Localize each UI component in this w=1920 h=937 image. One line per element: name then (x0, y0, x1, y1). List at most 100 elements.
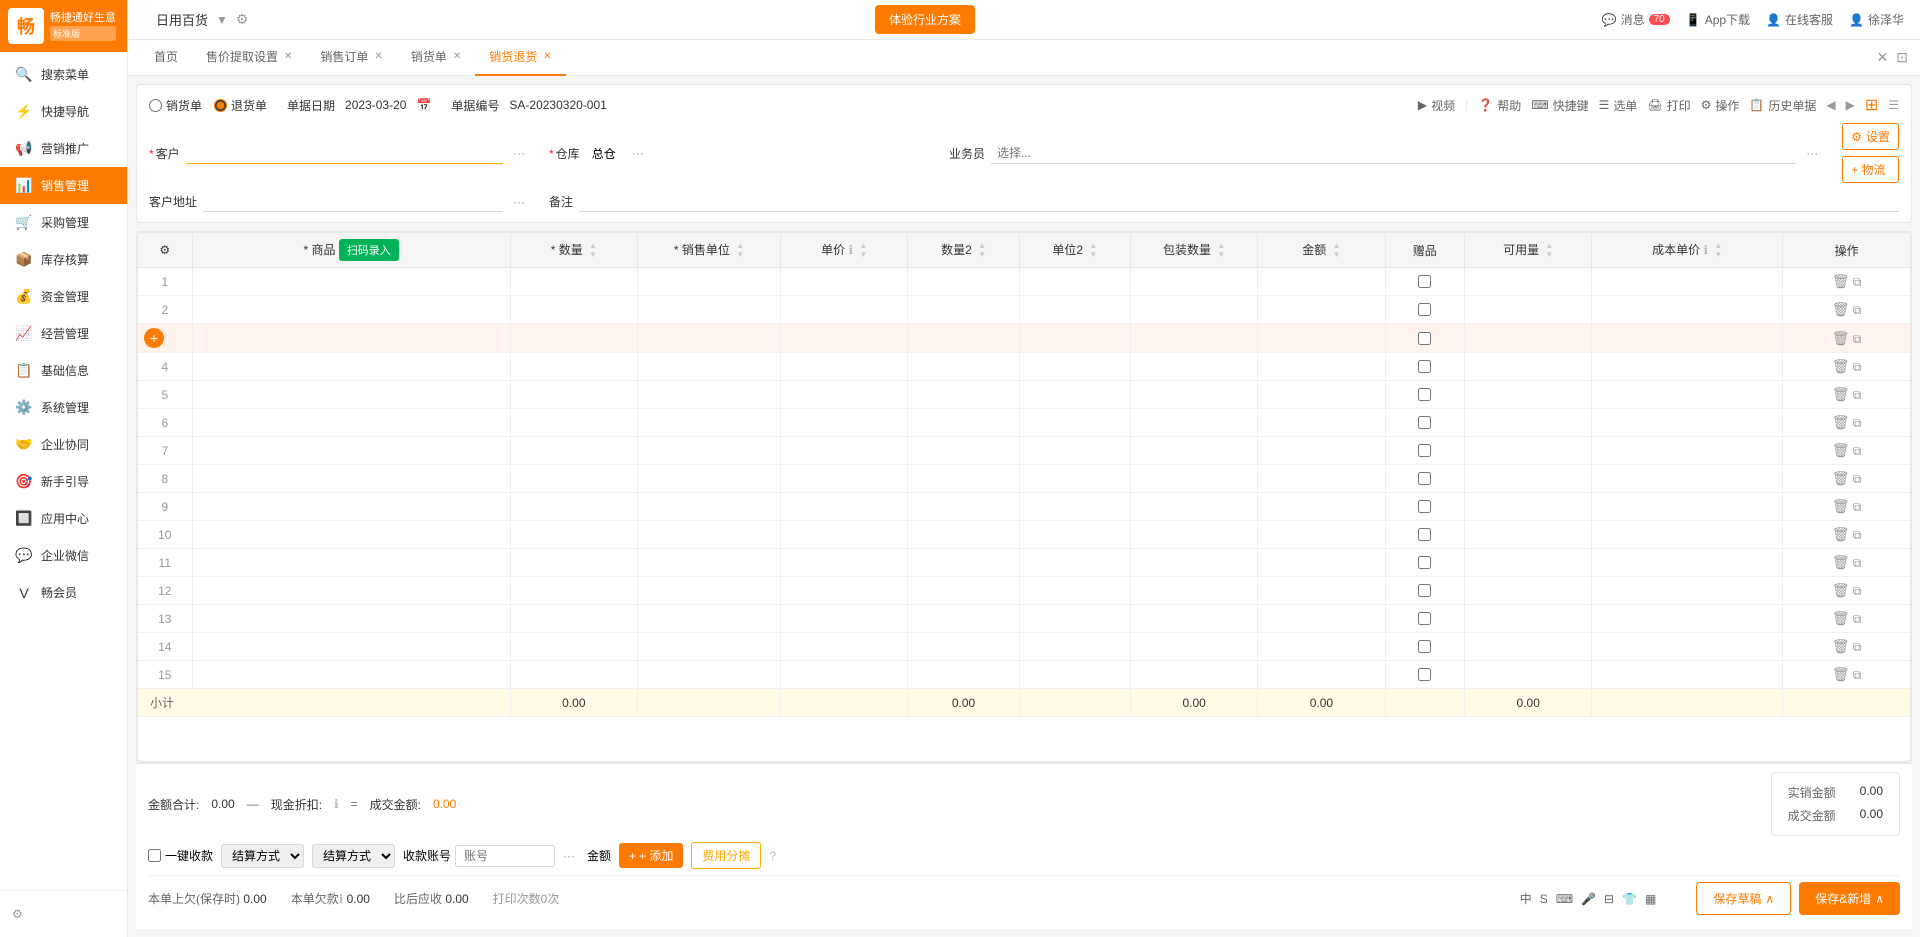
gift-cell-1[interactable] (1385, 268, 1465, 296)
amount-cell-4[interactable] (1258, 353, 1385, 381)
qty-cell-5[interactable] (510, 381, 637, 409)
amount-cell-1[interactable] (1258, 268, 1385, 296)
product-cell-1[interactable] (192, 268, 510, 296)
product-cell-11[interactable] (192, 549, 510, 577)
product-input-15[interactable] (199, 668, 504, 682)
copy-btn-11[interactable]: ⧉ (1853, 556, 1862, 570)
sale-unit-cell-9[interactable] (637, 493, 780, 521)
bank-select-btn[interactable]: ··· (559, 849, 579, 863)
product-input-6[interactable] (199, 416, 504, 430)
delete-btn-13[interactable]: 🗑 (1832, 610, 1850, 626)
unit2-cell-11[interactable] (1019, 549, 1130, 577)
remark-input[interactable] (579, 191, 1899, 212)
sale-unit-cell-10[interactable] (637, 521, 780, 549)
gift-cell-12[interactable] (1385, 577, 1465, 605)
tab-sales-order[interactable]: 销售订单 ✕ (306, 40, 396, 76)
qty-cell-3[interactable] (510, 324, 637, 353)
select-btn[interactable]: ☰ 选单 (1599, 97, 1638, 114)
tab-sales-delivery-close[interactable]: ✕ (453, 51, 461, 62)
copy-btn-9[interactable]: ⧉ (1853, 500, 1862, 514)
video-btn[interactable]: ▶ 视频 (1418, 97, 1455, 114)
delete-btn-1[interactable]: 🗑 (1832, 273, 1850, 289)
sidebar-item-quick-nav[interactable]: ⚡ 快捷导航 (0, 93, 127, 130)
sidebar-item-guide[interactable]: 🎯 新手引导 (0, 463, 127, 500)
gift-check-3[interactable] (1418, 332, 1431, 345)
tab-price-setting-close[interactable]: ✕ (284, 51, 292, 62)
list-view-btn[interactable]: ☰ (1888, 98, 1899, 112)
available-cell-7[interactable] (1465, 437, 1592, 465)
sale-unit-cell-12[interactable] (637, 577, 780, 605)
gift-cell-6[interactable] (1385, 409, 1465, 437)
amount-cell-5[interactable] (1258, 381, 1385, 409)
sidebar-settings[interactable]: ⚙ (0, 899, 127, 929)
gift-check-14[interactable] (1418, 640, 1431, 653)
pack-qty-cell-9[interactable] (1131, 493, 1258, 521)
shortcut-btn[interactable]: ⌨ 快捷键 (1531, 97, 1588, 114)
amount-cell-13[interactable] (1258, 605, 1385, 633)
help-btn[interactable]: ❓ 帮助 (1478, 97, 1521, 114)
salesperson-input[interactable] (991, 143, 1796, 164)
cost-price-cell-6[interactable] (1592, 409, 1783, 437)
sale-unit-cell-14[interactable] (637, 633, 780, 661)
qty-cell-11[interactable] (510, 549, 637, 577)
amount-cell-9[interactable] (1258, 493, 1385, 521)
gift-cell-4[interactable] (1385, 353, 1465, 381)
cost-price-cell-11[interactable] (1592, 549, 1783, 577)
unit2-cell-6[interactable] (1019, 409, 1130, 437)
one-click-pay-check[interactable]: 一键收款 (148, 847, 213, 864)
unit-price-cell-13[interactable] (781, 605, 908, 633)
qty2-cell-6[interactable] (908, 409, 1019, 437)
qty-cell-8[interactable] (510, 465, 637, 493)
unit-price-cell-11[interactable] (781, 549, 908, 577)
save-draft-btn[interactable]: 保存草稿 ∧ (1696, 882, 1791, 915)
pack-qty-cell-10[interactable] (1131, 521, 1258, 549)
cost-price-cell-1[interactable] (1592, 268, 1783, 296)
product-cell-5[interactable] (192, 381, 510, 409)
sidebar-item-marketing[interactable]: 📢 营销推广 (0, 130, 127, 167)
product-cell-7[interactable] (192, 437, 510, 465)
unit-price-cell-12[interactable] (781, 577, 908, 605)
unit2-cell-4[interactable] (1019, 353, 1130, 381)
tab-sales-return-close[interactable]: ✕ (543, 51, 551, 62)
amount-cell-15[interactable] (1258, 661, 1385, 689)
amount-cell-2[interactable] (1258, 296, 1385, 324)
delete-btn-5[interactable]: 🗑 (1832, 386, 1850, 402)
amount-cell-7[interactable] (1258, 437, 1385, 465)
tab-sales-order-close[interactable]: ✕ (374, 51, 382, 62)
available-cell-11[interactable] (1465, 549, 1592, 577)
cost-price-cell-5[interactable] (1592, 381, 1783, 409)
topbar-dropdown-icon[interactable]: ▼ (216, 13, 228, 27)
sale-unit-cell-7[interactable] (637, 437, 780, 465)
copy-btn-13[interactable]: ⧉ (1853, 612, 1862, 626)
pack-qty-cell-14[interactable] (1131, 633, 1258, 661)
copy-btn-10[interactable]: ⧉ (1853, 528, 1862, 542)
qty2-cell-2[interactable] (908, 296, 1019, 324)
available-cell-14[interactable] (1465, 633, 1592, 661)
unit-price-cell-8[interactable] (781, 465, 908, 493)
gift-check-8[interactable] (1418, 472, 1431, 485)
qty-cell-13[interactable] (510, 605, 637, 633)
unit-price-cell-10[interactable] (781, 521, 908, 549)
amount-cell-14[interactable] (1258, 633, 1385, 661)
customer-select-btn[interactable]: ··· (509, 146, 529, 160)
copy-btn-15[interactable]: ⧉ (1853, 668, 1862, 682)
available-cell-5[interactable] (1465, 381, 1592, 409)
pack-qty-cell-11[interactable] (1131, 549, 1258, 577)
copy-btn-3[interactable]: ⧉ (1853, 332, 1862, 346)
gift-check-9[interactable] (1418, 500, 1431, 513)
cost-price-cell-10[interactable] (1592, 521, 1783, 549)
qty2-cell-7[interactable] (908, 437, 1019, 465)
delete-btn-9[interactable]: 🗑 (1832, 498, 1850, 514)
delete-btn-2[interactable]: 🗑 (1832, 301, 1850, 317)
tab-price-setting[interactable]: 售价提取设置 ✕ (192, 40, 306, 76)
gift-cell-5[interactable] (1385, 381, 1465, 409)
cost-price-cell-3[interactable] (1592, 324, 1783, 353)
gift-check-6[interactable] (1418, 416, 1431, 429)
settings-btn[interactable]: ⚙ 设置 (1842, 123, 1899, 150)
copy-btn-5[interactable]: ⧉ (1853, 388, 1862, 402)
sale-unit-cell-15[interactable] (637, 661, 780, 689)
delete-btn-6[interactable]: 🗑 (1832, 414, 1850, 430)
unit2-cell-9[interactable] (1019, 493, 1130, 521)
calc-method-select[interactable]: 结算方式 (312, 844, 395, 868)
qty2-cell-3[interactable] (908, 324, 1019, 353)
